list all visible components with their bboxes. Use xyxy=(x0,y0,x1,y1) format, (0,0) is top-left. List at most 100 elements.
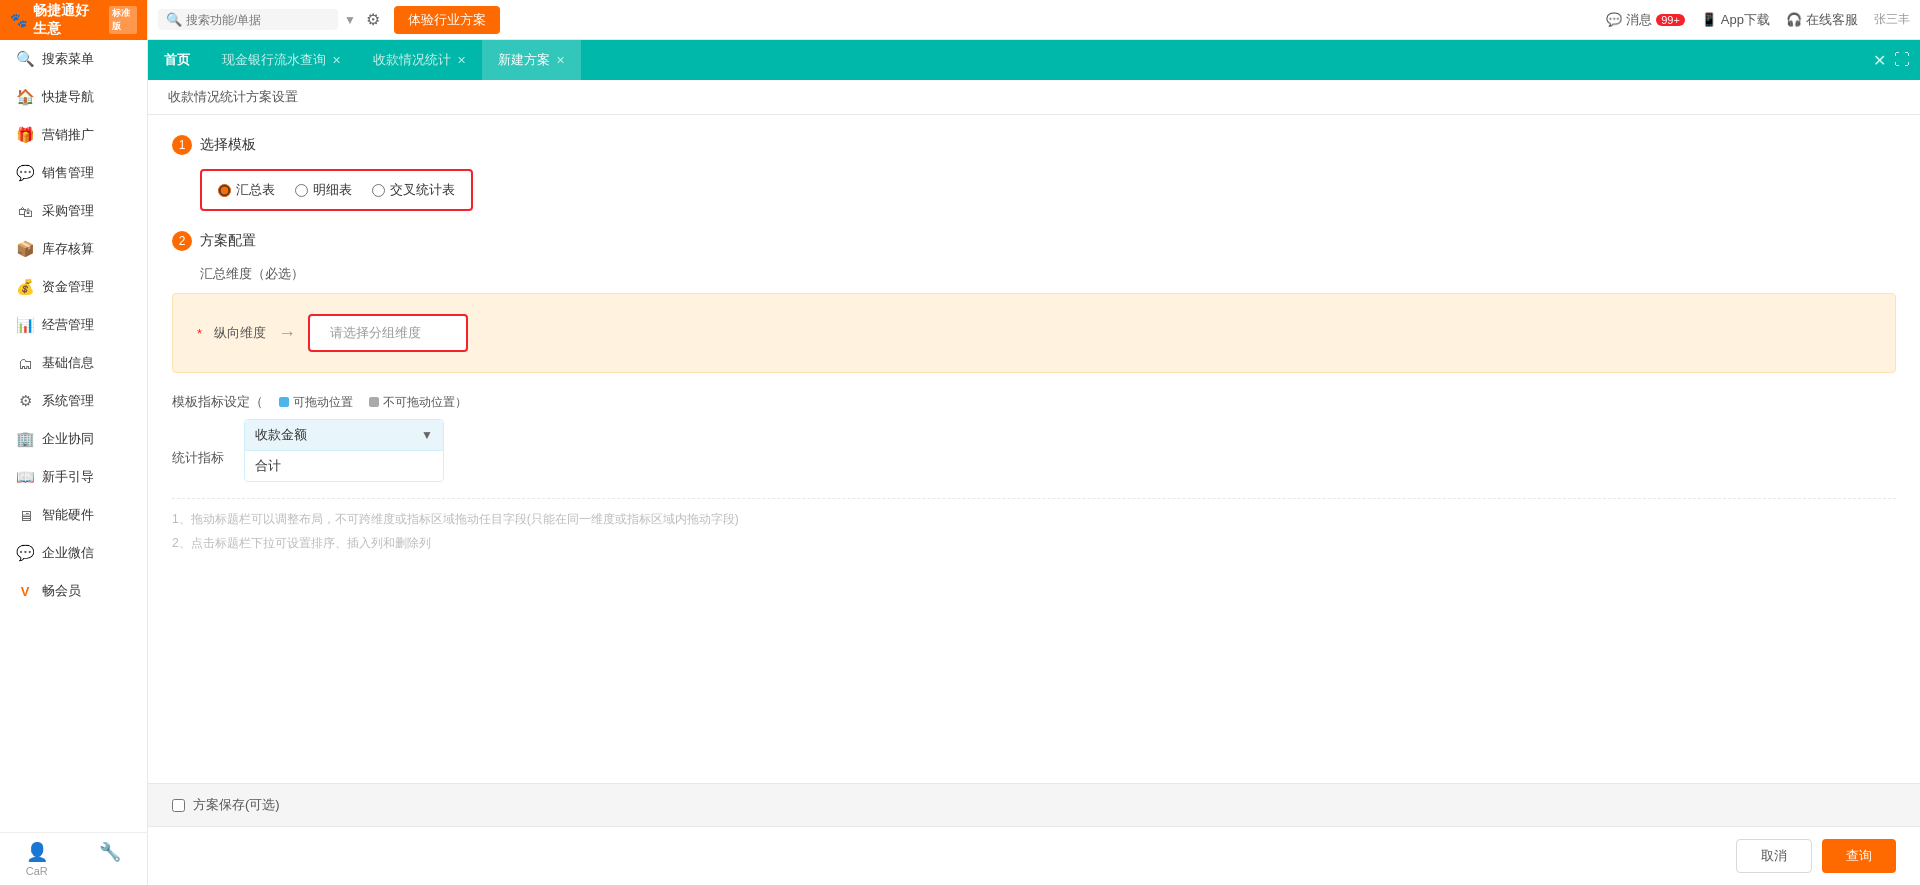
system-icon: ⚙ xyxy=(16,392,34,410)
sidebar-item-system[interactable]: ⚙ 系统管理 xyxy=(0,382,147,420)
sidebar-item-corp-wechat[interactable]: 💬 企业微信 xyxy=(0,534,147,572)
save-section: 方案保存(可选) xyxy=(148,783,1920,826)
save-checkbox[interactable] xyxy=(172,799,185,812)
radio-detail-input[interactable] xyxy=(295,184,308,197)
gear-icon[interactable]: ⚙ xyxy=(366,10,380,29)
basic-info-icon: 🗂 xyxy=(16,355,34,372)
tab-close-all-icon[interactable]: ✕ xyxy=(1873,51,1886,70)
save-label: 方案保存(可选) xyxy=(193,796,280,814)
tab-new-plan[interactable]: 新建方案 ✕ xyxy=(482,40,581,80)
step1-header: 1 选择模板 xyxy=(172,135,1896,155)
home-icon: 🏠 xyxy=(16,88,34,106)
sidebar-item-label: 库存核算 xyxy=(42,240,94,258)
sidebar-item-beginner[interactable]: 📖 新手引导 xyxy=(0,458,147,496)
sales-icon: 💬 xyxy=(16,164,34,182)
sidebar-logo: 🐾 畅捷通好生意 标准版 xyxy=(0,0,147,40)
row-label: 纵向维度 xyxy=(214,324,266,342)
step1-section: 1 选择模板 汇总表 明细表 xyxy=(172,135,1896,211)
indicator-layout: 统计指标 收款金额 ▼ 合计 xyxy=(172,419,1896,482)
sidebar-item-label: 企业协同 xyxy=(42,430,94,448)
sidebar-item-purchase[interactable]: 🛍 采购管理 xyxy=(0,192,147,230)
tab-expand-icon[interactable]: ⛶ xyxy=(1894,51,1910,69)
required-star: * xyxy=(197,326,202,341)
sidebar-item-member[interactable]: V 畅会员 xyxy=(0,572,147,610)
radio-cross[interactable]: 交叉统计表 xyxy=(372,181,455,199)
sidebar: 🐾 畅捷通好生意 标准版 🔍 搜索菜单 🏠 快捷导航 🎁 营销推广 💬 销售管理… xyxy=(0,0,148,885)
search-input[interactable] xyxy=(186,13,326,27)
topbar-search-box[interactable]: 🔍 xyxy=(158,9,338,30)
gift-icon: 🎁 xyxy=(16,126,34,144)
chevron-down-icon[interactable]: ▼ xyxy=(344,13,356,27)
step2-badge: 2 xyxy=(172,231,192,251)
sidebar-item-corp-collab[interactable]: 🏢 企业协同 xyxy=(0,420,147,458)
tip2: 2、点击标题栏下拉可设置排序、插入列和删除列 xyxy=(172,533,1896,555)
indicator-col-header[interactable]: 收款金额 ▼ xyxy=(245,420,443,451)
radio-summary-input[interactable] xyxy=(218,184,231,197)
sidebar-item-label: 营销推广 xyxy=(42,126,94,144)
inventory-icon: 📦 xyxy=(16,240,34,258)
sidebar-item-marketing[interactable]: 🎁 营销推广 xyxy=(0,116,147,154)
sidebar-item-quick-nav[interactable]: 🏠 快捷导航 xyxy=(0,78,147,116)
indicators-label: 模板指标设定（ 可拖动位置 不可拖动位置） xyxy=(172,393,1896,411)
notification-btn[interactable]: 💬 消息 99+ xyxy=(1606,11,1685,29)
radio-summary-label: 汇总表 xyxy=(236,181,275,199)
online-service-label: 在线客服 xyxy=(1806,11,1858,29)
indicators-section: 模板指标设定（ 可拖动位置 不可拖动位置） 统计指标 xyxy=(172,393,1896,482)
sidebar-user-btn[interactable]: 👤 CaR xyxy=(26,841,48,877)
step1-badge: 1 xyxy=(172,135,192,155)
app-icon: 📱 xyxy=(1701,12,1717,27)
radio-summary[interactable]: 汇总表 xyxy=(218,181,275,199)
radio-detail-label: 明细表 xyxy=(313,181,352,199)
sidebar-item-label: 资金管理 xyxy=(42,278,94,296)
tab-close-icon[interactable]: ✕ xyxy=(556,54,565,67)
immovable-badge: 不可拖动位置） xyxy=(369,394,467,411)
sidebar-item-search-menu[interactable]: 🔍 搜索菜单 xyxy=(0,40,147,78)
template-radio-group: 汇总表 明细表 交叉统计表 xyxy=(218,181,455,199)
sidebar-settings-btn[interactable]: 🔧 xyxy=(99,841,121,877)
movable-label: 可拖动位置 xyxy=(293,394,353,411)
sidebar-item-basic-info[interactable]: 🗂 基础信息 xyxy=(0,344,147,382)
sidebar-item-inventory[interactable]: 📦 库存核算 xyxy=(0,230,147,268)
sidebar-item-finance[interactable]: 💰 资金管理 xyxy=(0,268,147,306)
username-display: 张三丰 xyxy=(1874,11,1910,28)
tips-area: 1、拖动标题栏可以调整布局，不可跨维度或指标区域拖动任目字段(只能在同一维度或指… xyxy=(172,498,1896,566)
tab-cash-bank[interactable]: 现金银行流水查询 ✕ xyxy=(206,40,357,80)
app-download-btn[interactable]: 📱 App下载 xyxy=(1701,11,1770,29)
sidebar-item-label: 经营管理 xyxy=(42,316,94,334)
sidebar-item-label: 销售管理 xyxy=(42,164,94,182)
cancel-button[interactable]: 取消 xyxy=(1736,839,1812,873)
radio-detail[interactable]: 明细表 xyxy=(295,181,352,199)
dimension-row: * 纵向维度 → 请选择分组维度 xyxy=(197,314,468,352)
col-chevron-icon[interactable]: ▼ xyxy=(421,428,433,442)
tab-close-icon[interactable]: ✕ xyxy=(457,54,466,67)
corp-icon: 🏢 xyxy=(16,430,34,448)
query-button[interactable]: 查询 xyxy=(1822,839,1896,873)
config-dimension: 汇总维度（必选） * 纵向维度 → 请选择分组维度 xyxy=(172,265,1896,373)
stat-label-area: 统计指标 xyxy=(172,419,224,482)
sidebar-item-label: 智能硬件 xyxy=(42,506,94,524)
beginner-icon: 📖 xyxy=(16,468,34,486)
footer-buttons: 取消 查询 xyxy=(148,826,1920,885)
step2-title: 方案配置 xyxy=(200,232,256,250)
sidebar-item-label: 搜索菜单 xyxy=(42,50,94,68)
indicator-col-body: 合计 xyxy=(245,451,443,481)
logo-icon: 🐾 xyxy=(10,12,27,28)
tab-close-icon[interactable]: ✕ xyxy=(332,54,341,67)
immovable-label: 不可拖动位置） xyxy=(383,394,467,411)
user-icon: 👤 xyxy=(26,841,48,863)
sidebar-item-sales[interactable]: 💬 销售管理 xyxy=(0,154,147,192)
radio-cross-label: 交叉统计表 xyxy=(390,181,455,199)
dimension-selector[interactable]: 请选择分组维度 xyxy=(308,314,468,352)
sidebar-item-smart-hw[interactable]: 🖥 智能硬件 xyxy=(0,496,147,534)
sidebar-item-label: 畅会员 xyxy=(42,582,81,600)
industry-btn[interactable]: 体验行业方案 xyxy=(394,6,500,34)
sidebar-item-label: 新手引导 xyxy=(42,468,94,486)
sidebar-item-operations[interactable]: 📊 经营管理 xyxy=(0,306,147,344)
logo-text: 畅捷通好生意 xyxy=(33,2,103,38)
radio-cross-input[interactable] xyxy=(372,184,385,197)
tab-collection-label: 收款情况统计 xyxy=(373,51,451,69)
tab-collection-stat[interactable]: 收款情况统计 ✕ xyxy=(357,40,482,80)
tab-home[interactable]: 首页 xyxy=(148,40,206,80)
online-service-btn[interactable]: 🎧 在线客服 xyxy=(1786,11,1858,29)
sidebar-item-label: 采购管理 xyxy=(42,202,94,220)
